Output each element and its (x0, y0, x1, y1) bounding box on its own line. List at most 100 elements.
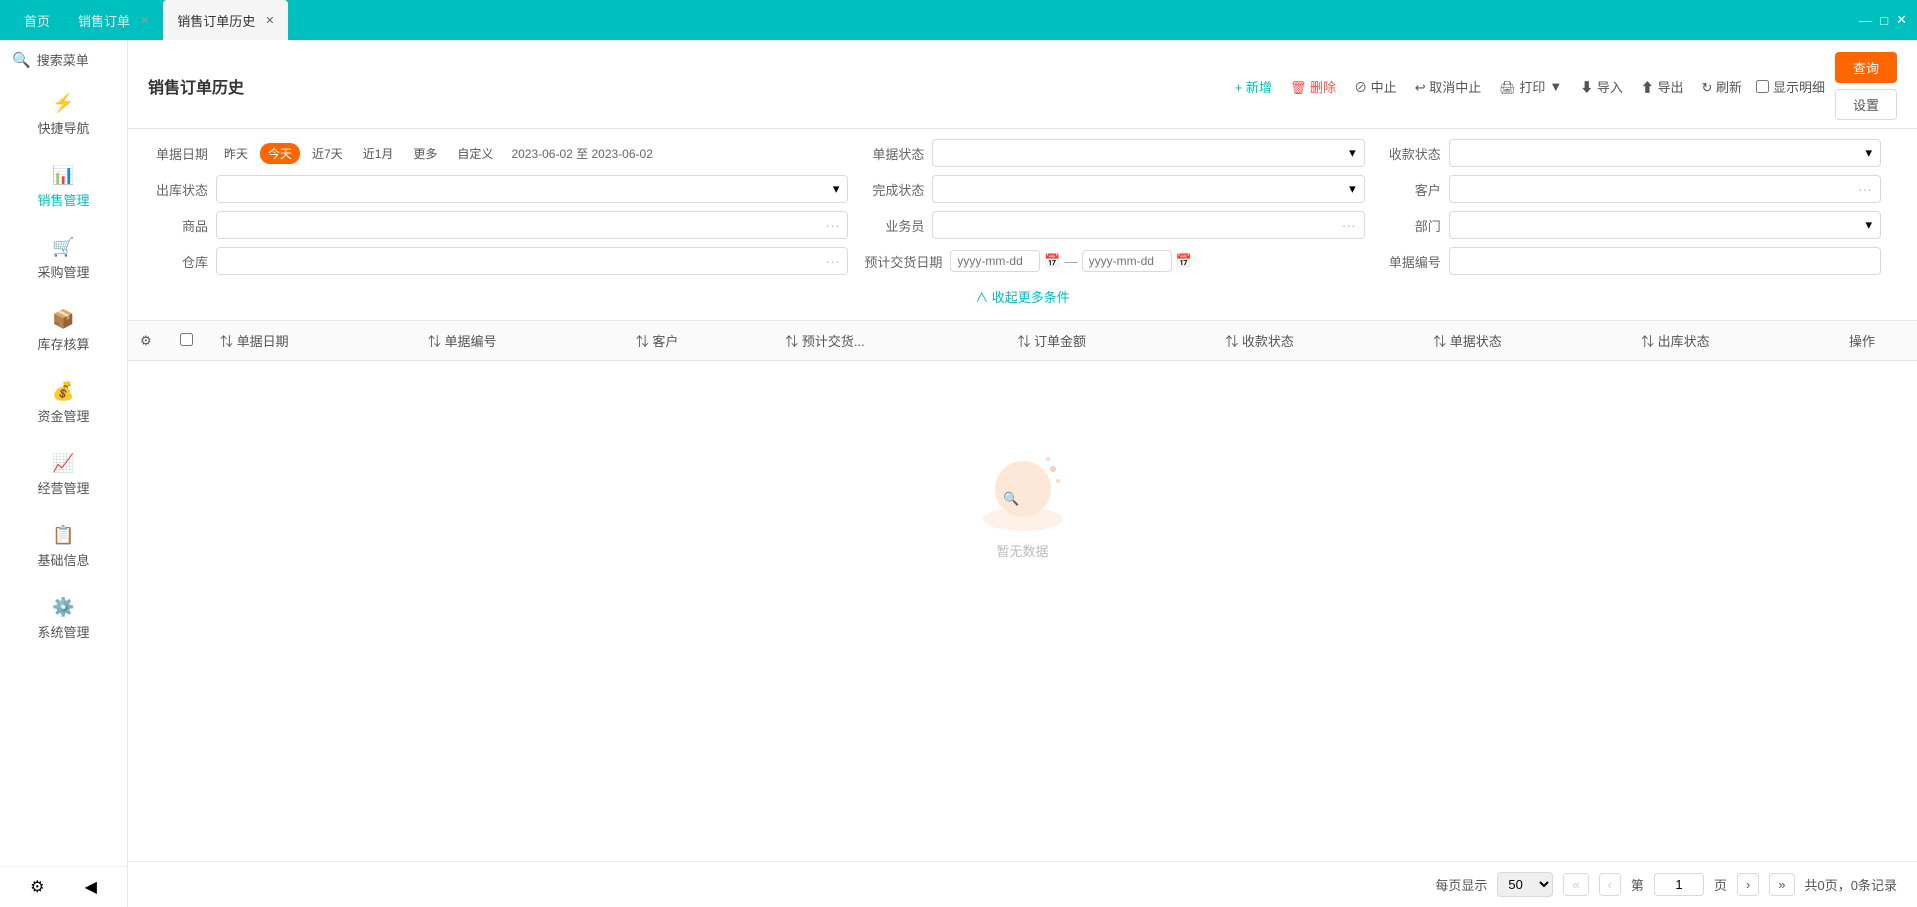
th-amount[interactable]: ⇅ 订单金额 (1005, 321, 1213, 361)
th-delivery[interactable]: ⇅ 预计交货... (773, 321, 1005, 361)
collapse-bar[interactable]: ∧ 收起更多条件 (148, 283, 1897, 310)
product-select[interactable]: ··· (216, 211, 848, 239)
th-date-label: ⇅ 单据日期 (220, 334, 289, 349)
table-header-row: ⚙ ⇅ 单据日期 ⇅ 单据编号 ⇅ 客户 (128, 321, 1917, 361)
collection-status-select[interactable]: ▾ (1449, 139, 1881, 167)
date-btn-more[interactable]: 更多 (405, 143, 445, 164)
add-button[interactable]: + 新增 (1231, 75, 1276, 98)
date-btn-today[interactable]: 今天 (260, 143, 300, 164)
date-btn-1month[interactable]: 近1月 (355, 143, 402, 164)
customer-label: 客户 (1381, 180, 1441, 199)
tab-home[interactable]: 首页 (10, 0, 64, 40)
tab-sales-history-close[interactable]: ✕ (265, 14, 274, 27)
sidebar-search[interactable]: 🔍 搜索菜单 (0, 40, 127, 79)
date-btn-custom[interactable]: 自定义 (449, 143, 501, 164)
empty-illustration: 🔍 (968, 441, 1078, 531)
refresh-button[interactable]: ↻ 刷新 (1697, 75, 1746, 98)
sidebar-item-label: 系统管理 (37, 622, 89, 641)
prev-page-btn[interactable]: ‹ (1599, 873, 1621, 896)
sidebar-collapse-icon[interactable]: ◀ (85, 877, 97, 897)
sales-mgmt-icon: 📊 (52, 165, 74, 186)
sidebar-item-label: 基础信息 (37, 550, 89, 569)
order-status-select[interactable]: ▾ (932, 139, 1364, 167)
tab-sales-order[interactable]: 销售订单 ✕ (64, 0, 163, 40)
chevron-down-icon3: ▾ (833, 181, 840, 197)
salesman-dots-icon: ··· (1342, 217, 1356, 233)
tab-sales-order-close[interactable]: ✕ (140, 14, 149, 27)
display-detail-checkbox[interactable] (1756, 80, 1769, 93)
sidebar-item-sales-mgmt[interactable]: 📊 销售管理 (0, 151, 127, 223)
page-size-select[interactable]: 10 20 50 100 (1497, 872, 1553, 897)
delivery-date-to[interactable] (1082, 250, 1172, 272)
print-button[interactable]: 🖨 打印 ▼ (1495, 75, 1566, 98)
delete-button[interactable]: 🗑 删除 (1286, 75, 1340, 98)
stop-button[interactable]: ⊘ 中止 (1350, 75, 1401, 98)
current-page-input[interactable] (1654, 873, 1704, 896)
select-all-checkbox[interactable] (180, 333, 193, 346)
export-button[interactable]: ⬆ 导出 (1637, 75, 1688, 98)
content-area: 销售订单历史 + 新增 🗑 删除 ⊘ 中止 ↩ 取消中止 🖨 打印 ▼ ⬇ 导入… (128, 40, 1917, 907)
collection-label: 收款状态 (1381, 144, 1441, 163)
order-num-label: 单据编号 (1381, 252, 1441, 271)
complete-label: 完成状态 (864, 180, 924, 199)
date-range-dash: — (1065, 254, 1078, 269)
sidebar-item-label: 资金管理 (37, 406, 89, 425)
sidebar-item-label: 快捷导航 (37, 118, 89, 137)
calendar-to-icon[interactable]: 📅 (1176, 253, 1192, 269)
next-page-btn[interactable]: › (1737, 873, 1759, 896)
th-collection[interactable]: ⇅ 收款状态 (1213, 321, 1421, 361)
import-button[interactable]: ⬇ 导入 (1576, 75, 1627, 98)
th-delivery-label: ⇅ 预计交货... (785, 334, 864, 349)
dept-select[interactable]: ▾ (1449, 211, 1881, 239)
order-num-input[interactable] (1449, 247, 1881, 275)
th-outbound[interactable]: ⇅ 出库状态 (1629, 321, 1837, 361)
page-word: 页 (1714, 875, 1727, 894)
window-maximize[interactable]: □ (1880, 13, 1888, 28)
th-status[interactable]: ⇅ 单据状态 (1421, 321, 1629, 361)
last-page-btn[interactable]: » (1769, 873, 1794, 896)
date-btn-yesterday[interactable]: 昨天 (216, 143, 256, 164)
sidebar-item-operations[interactable]: 📈 经营管理 (0, 439, 127, 511)
first-page-btn[interactable]: « (1563, 873, 1588, 896)
delivery-date-from[interactable] (950, 250, 1040, 272)
th-outbound-label: ⇅ 出库状态 (1641, 334, 1710, 349)
sidebar-settings-icon[interactable]: ⚙ (30, 877, 44, 897)
warehouse-label: 仓库 (148, 252, 208, 271)
window-close[interactable]: ✕ (1896, 12, 1907, 28)
outbound-status-select[interactable]: ▾ (216, 175, 848, 203)
window-minimize[interactable]: — (1859, 13, 1872, 28)
calendar-from-icon[interactable]: 📅 (1044, 253, 1060, 269)
chevron-down-icon: ▾ (1349, 145, 1356, 161)
dept-label: 部门 (1381, 216, 1441, 235)
salesman-select[interactable]: ··· (932, 211, 1364, 239)
date-btn-7days[interactable]: 近7天 (304, 143, 351, 164)
cancel-stop-button[interactable]: ↩ 取消中止 (1411, 75, 1486, 98)
sidebar-item-quick-nav[interactable]: ⚡ 快捷导航 (0, 79, 127, 151)
th-number[interactable]: ⇅ 单据编号 (416, 321, 624, 361)
th-operation: 操作 (1837, 321, 1917, 361)
warehouse-select[interactable]: ··· (216, 247, 848, 275)
settings-icon[interactable]: ⚙ (140, 333, 152, 348)
filter-salesman-item: 业务员 ··· (864, 211, 1380, 239)
sidebar-item-finance[interactable]: 💰 资金管理 (0, 367, 127, 439)
setting-button[interactable]: 设置 (1835, 89, 1897, 120)
chevron-down-icon2: ▾ (1865, 145, 1872, 161)
main-layout: 🔍 搜索菜单 ⚡ 快捷导航 📊 销售管理 🛒 采购管理 📦 库存核算 💰 资金管… (0, 40, 1917, 907)
th-amount-label: ⇅ 订单金额 (1017, 334, 1086, 349)
query-button[interactable]: 查询 (1835, 52, 1897, 83)
sidebar-item-purchase-mgmt[interactable]: 🛒 采购管理 (0, 223, 127, 295)
th-operation-label: 操作 (1849, 334, 1875, 349)
filter-row-1: 单据日期 昨天 今天 近7天 近1月 更多 自定义 2023-06-02 至 2… (148, 139, 1897, 167)
sidebar-item-label: 采购管理 (37, 262, 89, 281)
page-word-pre: 第 (1631, 875, 1644, 894)
complete-status-select[interactable]: ▾ (932, 175, 1364, 203)
sidebar-item-system[interactable]: ⚙️ 系统管理 (0, 583, 127, 655)
th-date[interactable]: ⇅ 单据日期 (208, 321, 416, 361)
sidebar-item-basic-info[interactable]: 📋 基础信息 (0, 511, 127, 583)
th-settings[interactable]: ⚙ (128, 321, 168, 361)
tab-sales-history[interactable]: 销售订单历史 ✕ (163, 0, 288, 40)
th-checkbox[interactable] (168, 321, 208, 361)
sidebar-item-inventory[interactable]: 📦 库存核算 (0, 295, 127, 367)
th-customer[interactable]: ⇅ 客户 (624, 321, 774, 361)
customer-select[interactable]: ··· (1449, 175, 1881, 203)
